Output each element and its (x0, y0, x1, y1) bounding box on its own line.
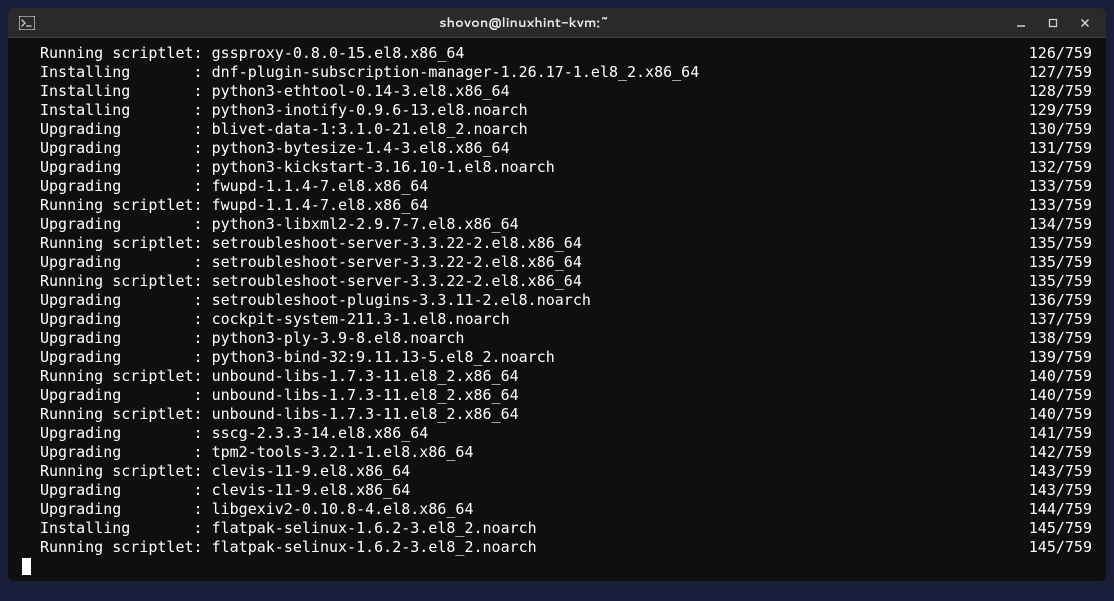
output-line: Upgrading : libgexiv2-0.10.8-4.el8.x86_6… (40, 500, 1092, 519)
output-line: Upgrading : python3-bytesize-1.4-3.el8.x… (40, 139, 1092, 158)
output-line: Installing : dnf-plugin-subscription-man… (40, 63, 1092, 82)
output-line-text: Upgrading : setroubleshoot-plugins-3.3.1… (40, 291, 591, 310)
output-line-text: Installing : python3-ethtool-0.14-3.el8.… (40, 82, 510, 101)
output-line-text: Upgrading : clevis-11-9.el8.x86_64 (40, 481, 410, 500)
output-line-text: Upgrading : python3-ply-3.9-8.el8.noarch (40, 329, 464, 348)
output-line-counter: 145/759 (1029, 538, 1092, 557)
output-line-text: Upgrading : fwupd-1.1.4-7.el8.x86_64 (40, 177, 428, 196)
output-line-text: Upgrading : setroubleshoot-server-3.3.22… (40, 253, 582, 272)
output-line-text: Upgrading : python3-kickstart-3.16.10-1.… (40, 158, 555, 177)
output-line: Upgrading : clevis-11-9.el8.x86_64 143/75… (40, 481, 1092, 500)
output-line-text: Upgrading : libgexiv2-0.10.8-4.el8.x86_6… (40, 500, 473, 519)
terminal-cursor (22, 558, 31, 575)
output-line-text: Running scriptlet: unbound-libs-1.7.3-11… (40, 367, 519, 386)
output-line: Running scriptlet: clevis-11-9.el8.x86_6… (40, 462, 1092, 481)
output-line: Upgrading : cockpit-system-211.3-1.el8.n… (40, 310, 1092, 329)
output-line-counter: 137/759 (1029, 310, 1092, 329)
output-line-counter: 141/759 (1029, 424, 1092, 443)
output-line-counter: 130/759 (1029, 120, 1092, 139)
output-line-counter: 128/759 (1029, 82, 1092, 101)
output-line: Installing : python3-inotify-0.9.6-13.el… (40, 101, 1092, 120)
output-line-counter: 144/759 (1029, 500, 1092, 519)
output-line-text: Upgrading : tpm2-tools-3.2.1-1.el8.x86_6… (40, 443, 473, 462)
output-line-counter: 145/759 (1029, 519, 1092, 538)
output-line: Running scriptlet: fwupd-1.1.4-7.el8.x86… (40, 196, 1092, 215)
output-line-text: Running scriptlet: unbound-libs-1.7.3-11… (40, 405, 519, 424)
close-button[interactable] (1076, 14, 1094, 32)
output-line: Running scriptlet: unbound-libs-1.7.3-11… (40, 367, 1092, 386)
output-line: Upgrading : setroubleshoot-plugins-3.3.1… (40, 291, 1092, 310)
output-line: Upgrading : sscg-2.3.3-14.el8.x86_64 141/… (40, 424, 1092, 443)
output-line: Upgrading : tpm2-tools-3.2.1-1.el8.x86_6… (40, 443, 1092, 462)
output-line-counter: 133/759 (1029, 196, 1092, 215)
output-line: Upgrading : blivet-data-1:3.1.0-21.el8_2… (40, 120, 1092, 139)
output-line-counter: 140/759 (1029, 405, 1092, 424)
terminal-output: Running scriptlet: gssproxy-0.8.0-15.el8… (22, 44, 1092, 557)
output-line-counter: 135/759 (1029, 234, 1092, 253)
output-line: Installing : python3-ethtool-0.14-3.el8.… (40, 82, 1092, 101)
output-line-text: Upgrading : sscg-2.3.3-14.el8.x86_64 (40, 424, 428, 443)
output-line-text: Running scriptlet: flatpak-selinux-1.6.2… (40, 538, 537, 557)
output-line-counter: 135/759 (1029, 253, 1092, 272)
output-line: Upgrading : python3-bind-32:9.11.13-5.el… (40, 348, 1092, 367)
terminal-body[interactable]: Running scriptlet: gssproxy-0.8.0-15.el8… (8, 38, 1106, 581)
output-line: Upgrading : python3-libxml2-2.9.7-7.el8.… (40, 215, 1092, 234)
output-line-counter: 136/759 (1029, 291, 1092, 310)
output-line-counter: 132/759 (1029, 158, 1092, 177)
output-line-text: Running scriptlet: clevis-11-9.el8.x86_6… (40, 462, 410, 481)
output-line-counter: 129/759 (1029, 101, 1092, 120)
output-line-counter: 133/759 (1029, 177, 1092, 196)
output-line-counter: 134/759 (1029, 215, 1092, 234)
terminal-icon (18, 14, 36, 32)
output-line-text: Installing : python3-inotify-0.9.6-13.el… (40, 101, 528, 120)
output-line-counter: 139/759 (1029, 348, 1092, 367)
output-line-text: Upgrading : cockpit-system-211.3-1.el8.n… (40, 310, 510, 329)
output-line-text: Upgrading : python3-libxml2-2.9.7-7.el8.… (40, 215, 519, 234)
maximize-button[interactable] (1044, 14, 1062, 32)
output-line-counter: 143/759 (1029, 481, 1092, 500)
output-line: Running scriptlet: setroubleshoot-server… (40, 272, 1092, 291)
output-line: Running scriptlet: flatpak-selinux-1.6.2… (40, 538, 1092, 557)
output-line-counter: 131/759 (1029, 139, 1092, 158)
window-controls (1012, 14, 1100, 32)
output-line-counter: 142/759 (1029, 443, 1092, 462)
terminal-window: shovon@linuxhint-kvm:~ Running scriptlet… (8, 8, 1106, 581)
output-line-text: Upgrading : blivet-data-1:3.1.0-21.el8_2… (40, 120, 528, 139)
output-line-counter: 127/759 (1029, 63, 1092, 82)
output-line: Upgrading : fwupd-1.1.4-7.el8.x86_64 133/… (40, 177, 1092, 196)
output-line-counter: 140/759 (1029, 367, 1092, 386)
window-title: shovon@linuxhint-kvm:~ (439, 14, 609, 32)
output-line-counter: 135/759 (1029, 272, 1092, 291)
titlebar-left (14, 14, 36, 32)
output-line: Running scriptlet: unbound-libs-1.7.3-11… (40, 405, 1092, 424)
output-line: Running scriptlet: setroubleshoot-server… (40, 234, 1092, 253)
output-line-text: Upgrading : python3-bind-32:9.11.13-5.el… (40, 348, 555, 367)
output-line: Upgrading : python3-kickstart-3.16.10-1.… (40, 158, 1092, 177)
output-line-text: Installing : flatpak-selinux-1.6.2-3.el8… (40, 519, 537, 538)
output-line: Upgrading : python3-ply-3.9-8.el8.noarch… (40, 329, 1092, 348)
output-line-text: Installing : dnf-plugin-subscription-man… (40, 63, 699, 82)
output-line: Upgrading : setroubleshoot-server-3.3.22… (40, 253, 1092, 272)
output-line-text: Running scriptlet: setroubleshoot-server… (40, 272, 582, 291)
output-line-counter: 138/759 (1029, 329, 1092, 348)
output-line-counter: 126/759 (1029, 44, 1092, 63)
output-line-text: Upgrading : python3-bytesize-1.4-3.el8.x… (40, 139, 510, 158)
minimize-button[interactable] (1012, 14, 1030, 32)
output-line-counter: 143/759 (1029, 462, 1092, 481)
output-line-text: Running scriptlet: fwupd-1.1.4-7.el8.x86… (40, 196, 428, 215)
output-line: Running scriptlet: gssproxy-0.8.0-15.el8… (40, 44, 1092, 63)
output-line-counter: 140/759 (1029, 386, 1092, 405)
output-line: Installing : flatpak-selinux-1.6.2-3.el8… (40, 519, 1092, 538)
output-line-text: Running scriptlet: gssproxy-0.8.0-15.el8… (40, 44, 464, 63)
output-line-text: Upgrading : unbound-libs-1.7.3-11.el8_2.… (40, 386, 519, 405)
titlebar: shovon@linuxhint-kvm:~ (8, 8, 1106, 38)
output-line-text: Running scriptlet: setroubleshoot-server… (40, 234, 582, 253)
output-line: Upgrading : unbound-libs-1.7.3-11.el8_2.… (40, 386, 1092, 405)
